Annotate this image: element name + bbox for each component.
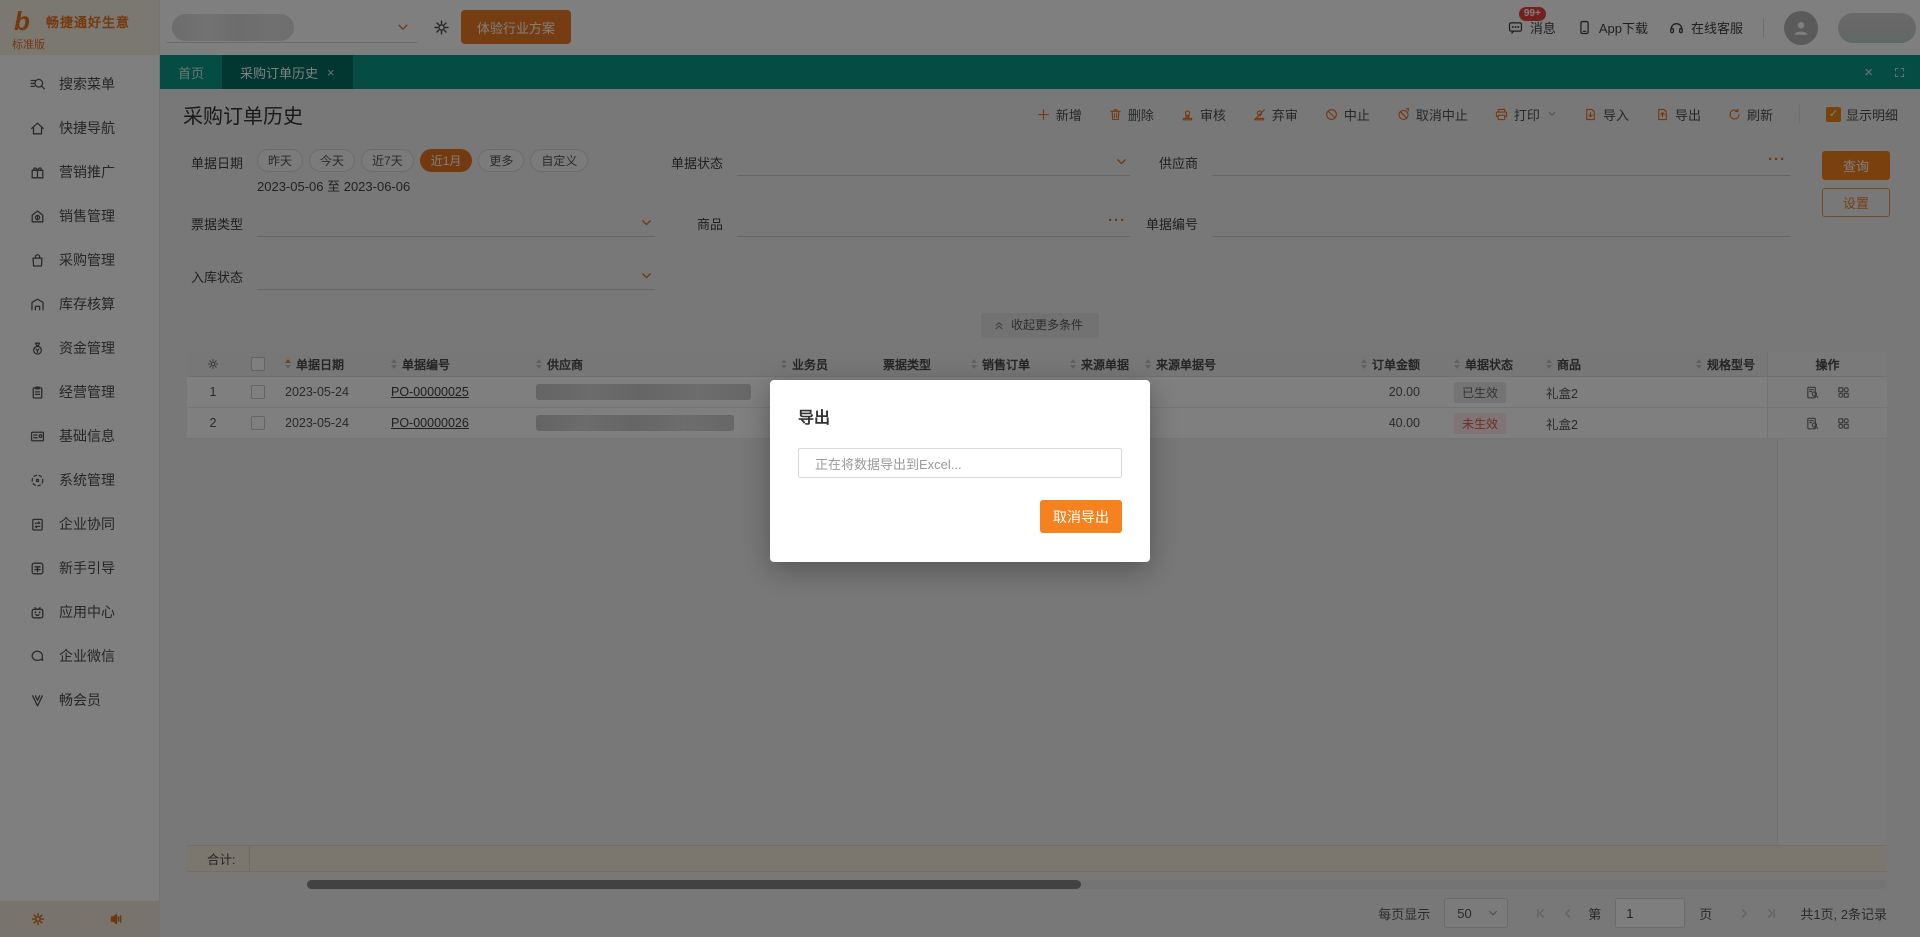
export-dialog: 导出 正在将数据导出到Excel... 取消导出 — [770, 380, 1150, 562]
export-progress-message: 正在将数据导出到Excel... — [798, 448, 1122, 478]
export-dialog-title: 导出 — [798, 410, 831, 427]
cancel-export-button[interactable]: 取消导出 — [1040, 500, 1122, 533]
